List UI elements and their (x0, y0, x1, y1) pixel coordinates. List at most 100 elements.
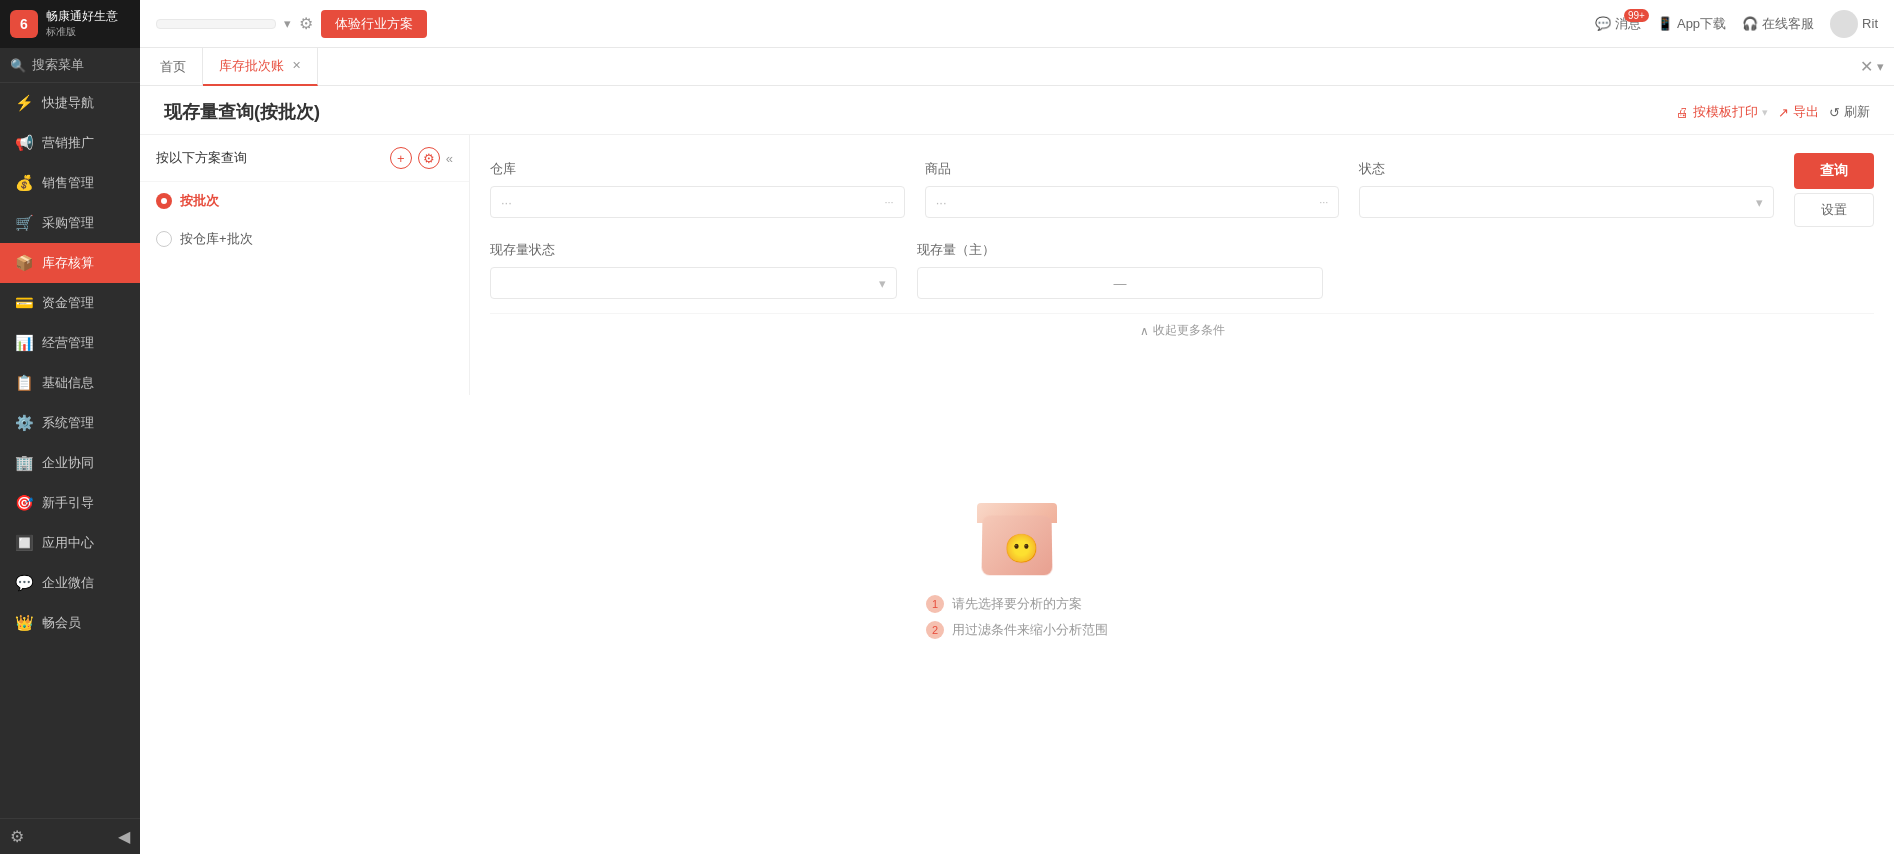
filter-group-warehouse: 仓库 ··· ··· (490, 160, 905, 218)
tabbar: 首页 库存批次账 ✕ ✕ ▾ (140, 48, 1894, 86)
sidebar-item-apps[interactable]: 🔲 应用中心 (0, 523, 140, 563)
plan-add-btn[interactable]: + (390, 147, 412, 169)
sidebar-item-sales[interactable]: 💰 销售管理 (0, 163, 140, 203)
warehouse-placeholder: ··· (501, 195, 512, 210)
sidebar-search[interactable]: 🔍 搜索菜单 (0, 48, 140, 83)
sidebar-nav: ⚡ 快捷导航 📢 营销推广 💰 销售管理 🛒 采购管理 📦 库存核算 💳 资金管… (0, 83, 140, 818)
inventory-icon: 📦 (14, 253, 34, 273)
app-subtitle: 标准版 (46, 25, 118, 39)
message-icon: 💬 (1595, 16, 1611, 31)
filter-group-stock-qty: 现存量（主） — (917, 241, 1324, 299)
sidebar-item-newbie[interactable]: 🎯 新手引导 (0, 483, 140, 523)
collapse-label: 收起更多条件 (1153, 322, 1225, 339)
marketing-icon: 📢 (14, 133, 34, 153)
warehouse-input[interactable]: ··· ··· (490, 186, 905, 218)
refresh-icon: ↺ (1829, 105, 1840, 120)
tip-text-2: 用过滤条件来缩小分析范围 (952, 621, 1108, 639)
sidebar-item-purchase[interactable]: 🛒 采购管理 (0, 203, 140, 243)
sidebar-item-wechat[interactable]: 💬 企业微信 (0, 563, 140, 603)
status-select[interactable]: ▾ (1359, 186, 1774, 218)
sidebar-label-purchase: 采购管理 (42, 214, 94, 232)
messages-badge: 99+ (1624, 9, 1649, 22)
export-btn[interactable]: ↗ 导出 (1778, 103, 1819, 121)
sales-icon: 💰 (14, 173, 34, 193)
tab-home-label: 首页 (160, 58, 186, 76)
plan-collapse-icon[interactable]: « (446, 151, 453, 166)
print-btn[interactable]: 🖨 按模板打印 ▾ (1676, 103, 1768, 121)
plan-panel: 按以下方案查询 + ⚙ « 按批次 (140, 135, 470, 395)
empty-box: 😶 (982, 515, 1053, 575)
app-info: 畅康通好生意 标准版 (46, 9, 118, 39)
stock-status-select[interactable]: ▾ (490, 267, 897, 299)
tab-batch-label: 库存批次账 (219, 57, 284, 75)
plan-settings-btn[interactable]: ⚙ (418, 147, 440, 169)
topbar-left: ▾ ⚙ 体验行业方案 (156, 10, 1585, 38)
close-page-icon[interactable]: ✕ (1860, 57, 1873, 76)
app-download-label: App下载 (1677, 15, 1726, 33)
members-icon: 👑 (14, 613, 34, 633)
user-area[interactable]: Rit (1830, 10, 1878, 38)
sidebar-label-apps: 应用中心 (42, 534, 94, 552)
tab-home[interactable]: 首页 (144, 48, 203, 86)
status-dropdown-icon: ▾ (1756, 195, 1763, 210)
sidebar-item-marketing[interactable]: 📢 营销推广 (0, 123, 140, 163)
wechat-icon: 💬 (14, 573, 34, 593)
sidebar-header: 6 畅康通好生意 标准版 (0, 0, 140, 48)
purchase-icon: 🛒 (14, 213, 34, 233)
settings-btn[interactable]: 设置 (1794, 193, 1874, 227)
settings-bottom-icon[interactable]: ⚙ (10, 827, 24, 846)
range-dash: — (1114, 276, 1127, 291)
sidebar-item-finance[interactable]: 💳 资金管理 (0, 283, 140, 323)
plan-item-batch[interactable]: 按批次 (140, 182, 469, 220)
main-area: ▾ ⚙ 体验行业方案 💬 消息 99+ 📱 App下载 🎧 在线客服 Rit (140, 0, 1894, 854)
page-actions: 🖨 按模板打印 ▾ ↗ 导出 ↺ 刷新 (1676, 103, 1870, 121)
tab-batch-inventory[interactable]: 库存批次账 ✕ (203, 48, 318, 86)
quick-nav-icon: ⚡ (14, 93, 34, 113)
plan-active-dot (156, 193, 172, 209)
app-download-btn[interactable]: 📱 App下载 (1657, 15, 1726, 33)
close-page-arrow[interactable]: ▾ (1877, 59, 1884, 74)
filter-group-status: 状态 ▾ (1359, 160, 1774, 218)
filter-group-stock-status: 现存量状态 ▾ (490, 241, 897, 299)
sidebar-item-basics[interactable]: 📋 基础信息 (0, 363, 140, 403)
enterprise-icon: 🏢 (14, 453, 34, 473)
app-logo: 6 (10, 10, 38, 38)
topbar-search-box[interactable] (156, 19, 276, 29)
print-icon: 🖨 (1676, 105, 1689, 120)
filter-right: 仓库 ··· ··· 商品 ··· ··· 状态 (470, 135, 1894, 395)
tip-number-1: 1 (926, 595, 944, 613)
topbar-gear-icon[interactable]: ⚙ (299, 14, 313, 33)
online-service-btn[interactable]: 🎧 在线客服 (1742, 15, 1814, 33)
messages-btn[interactable]: 💬 消息 99+ (1595, 15, 1641, 33)
sidebar-bottom: ⚙ ◀ (0, 818, 140, 854)
empty-tips: 1 请先选择要分析的方案 2 用过滤条件来缩小分析范围 (926, 595, 1108, 639)
refresh-label: 刷新 (1844, 103, 1870, 121)
experience-btn[interactable]: 体验行业方案 (321, 10, 427, 38)
export-label: 导出 (1793, 103, 1819, 121)
sidebar-item-operations[interactable]: 📊 经营管理 (0, 323, 140, 363)
plan-item-warehouse-batch[interactable]: 按仓库+批次 (140, 220, 469, 258)
sidebar-item-enterprise[interactable]: 🏢 企业协同 (0, 443, 140, 483)
stock-qty-label: 现存量（主） (917, 241, 1324, 261)
sidebar-label-sales: 销售管理 (42, 174, 94, 192)
goods-label: 商品 (925, 160, 1340, 180)
sidebar-item-members[interactable]: 👑 畅会员 (0, 603, 140, 643)
sidebar-label-operations: 经营管理 (42, 334, 94, 352)
sidebar-label-marketing: 营销推广 (42, 134, 94, 152)
apps-icon: 🔲 (14, 533, 34, 553)
service-icon: 🎧 (1742, 16, 1758, 31)
tab-close-icon[interactable]: ✕ (292, 59, 301, 72)
stock-qty-range[interactable]: — (917, 267, 1324, 299)
goods-input[interactable]: ··· ··· (925, 186, 1340, 218)
export-icon: ↗ (1778, 105, 1789, 120)
collapse-sidebar-icon[interactable]: ◀ (118, 827, 130, 846)
sidebar-item-system[interactable]: ⚙️ 系统管理 (0, 403, 140, 443)
basics-icon: 📋 (14, 373, 34, 393)
collapse-more-btn[interactable]: ∧ 收起更多条件 (490, 313, 1874, 347)
sidebar-item-inventory[interactable]: 📦 库存核算 (0, 243, 140, 283)
query-btn[interactable]: 查询 (1794, 153, 1874, 189)
topbar-dropdown-icon[interactable]: ▾ (284, 16, 291, 31)
sidebar-label-basics: 基础信息 (42, 374, 94, 392)
refresh-btn[interactable]: ↺ 刷新 (1829, 103, 1870, 121)
sidebar-item-quick-nav[interactable]: ⚡ 快捷导航 (0, 83, 140, 123)
